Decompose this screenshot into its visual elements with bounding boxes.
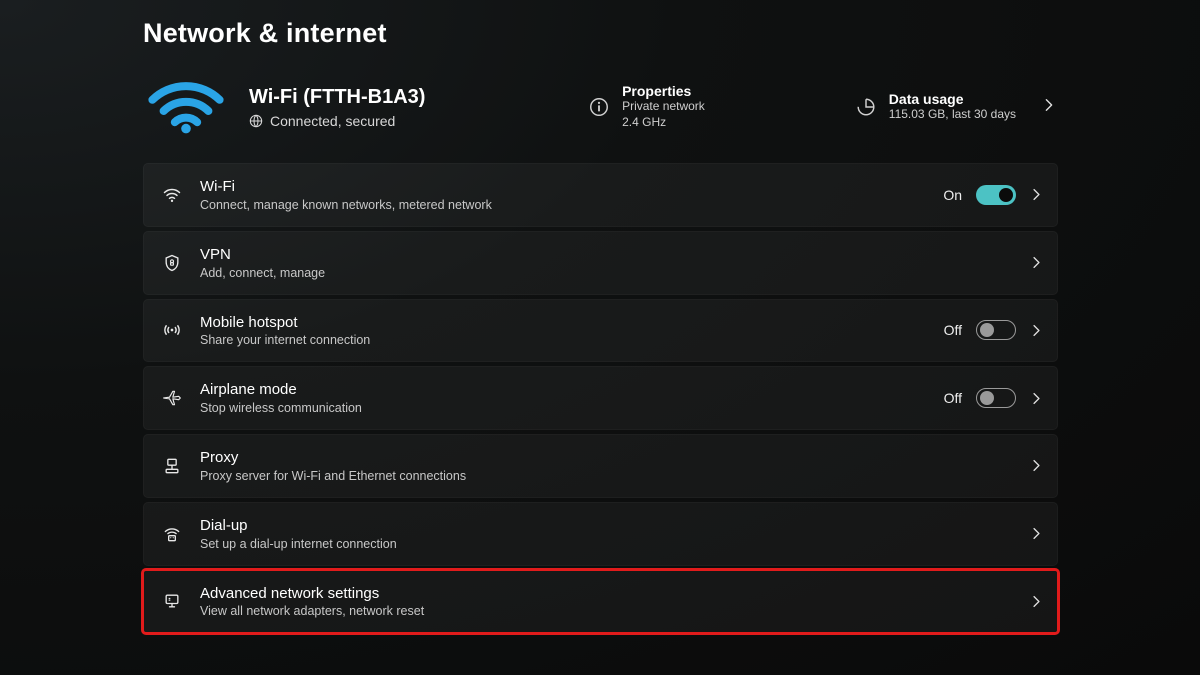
- data-usage-button[interactable]: Data usage 115.03 GB, last 30 days: [855, 91, 1056, 123]
- hotspot-row-subtitle: Share your internet connection: [200, 333, 926, 347]
- chevron-right-icon: [1030, 527, 1043, 540]
- info-icon: [588, 96, 610, 118]
- proxy-row[interactable]: Proxy Proxy server for Wi-Fi and Etherne…: [143, 434, 1058, 498]
- chevron-right-icon: [1030, 595, 1043, 608]
- network-adapter-icon: [162, 591, 182, 611]
- advanced-row-title: Advanced network settings: [200, 585, 1012, 604]
- wifi-toggle-label: On: [943, 187, 962, 203]
- mobile-hotspot-row[interactable]: Mobile hotspot Share your internet conne…: [143, 299, 1058, 363]
- globe-icon: [249, 114, 263, 128]
- airplane-toggle[interactable]: [976, 388, 1016, 408]
- wifi-row[interactable]: Wi-Fi Connect, manage known networks, me…: [143, 163, 1058, 227]
- proxy-icon: [162, 456, 182, 476]
- dialup-row[interactable]: Dial-up Set up a dial-up internet connec…: [143, 502, 1058, 566]
- vpn-shield-icon: [162, 253, 182, 273]
- wifi-name: Wi-Fi (FTTH-B1A3): [249, 85, 588, 110]
- hotspot-row-title: Mobile hotspot: [200, 314, 926, 333]
- airplane-row-subtitle: Stop wireless communication: [200, 401, 926, 415]
- chevron-right-icon: [1030, 392, 1043, 405]
- hotspot-toggle[interactable]: [976, 320, 1016, 340]
- properties-line2: 2.4 GHz: [622, 115, 705, 131]
- properties-line1: Private network: [622, 99, 705, 115]
- properties-heading: Properties: [622, 83, 705, 99]
- page-title: Network & internet: [143, 18, 1200, 49]
- airplane-mode-row[interactable]: Airplane mode Stop wireless communicatio…: [143, 366, 1058, 430]
- wifi-row-subtitle: Connect, manage known networks, metered …: [200, 198, 925, 212]
- advanced-network-settings-row[interactable]: Advanced network settings View all netwo…: [143, 570, 1058, 634]
- hotspot-toggle-label: Off: [944, 322, 962, 338]
- chevron-right-icon: [1030, 459, 1043, 472]
- chevron-right-icon: [1030, 324, 1043, 337]
- wifi-toggle[interactable]: [976, 185, 1016, 205]
- airplane-row-title: Airplane mode: [200, 381, 926, 400]
- properties-button[interactable]: Properties Private network 2.4 GHz: [588, 83, 705, 130]
- vpn-row[interactable]: VPN Add, connect, manage: [143, 231, 1058, 295]
- wifi-row-title: Wi-Fi: [200, 178, 925, 197]
- chevron-right-icon: [1030, 256, 1043, 269]
- airplane-icon: [162, 388, 182, 408]
- proxy-row-subtitle: Proxy server for Wi-Fi and Ethernet conn…: [200, 469, 1012, 483]
- vpn-row-subtitle: Add, connect, manage: [200, 266, 1012, 280]
- dialup-row-subtitle: Set up a dial-up internet connection: [200, 537, 1012, 551]
- dialup-row-title: Dial-up: [200, 517, 1012, 536]
- chevron-right-icon: [1042, 98, 1056, 117]
- hotspot-icon: [162, 320, 182, 340]
- wifi-icon: [162, 185, 182, 205]
- data-usage-line1: 115.03 GB, last 30 days: [889, 107, 1016, 123]
- chevron-right-icon: [1030, 188, 1043, 201]
- advanced-row-subtitle: View all network adapters, network reset: [200, 604, 1012, 618]
- dialup-icon: [162, 524, 182, 544]
- data-usage-heading: Data usage: [889, 91, 1016, 107]
- wifi-signal-icon: [143, 79, 229, 135]
- connection-status-text: Connected, secured: [270, 113, 395, 129]
- connection-status-header: Wi-Fi (FTTH-B1A3) Connected, secured Pro…: [143, 79, 1058, 135]
- data-usage-icon: [855, 96, 877, 118]
- airplane-toggle-label: Off: [944, 390, 962, 406]
- proxy-row-title: Proxy: [200, 449, 1012, 468]
- vpn-row-title: VPN: [200, 246, 1012, 265]
